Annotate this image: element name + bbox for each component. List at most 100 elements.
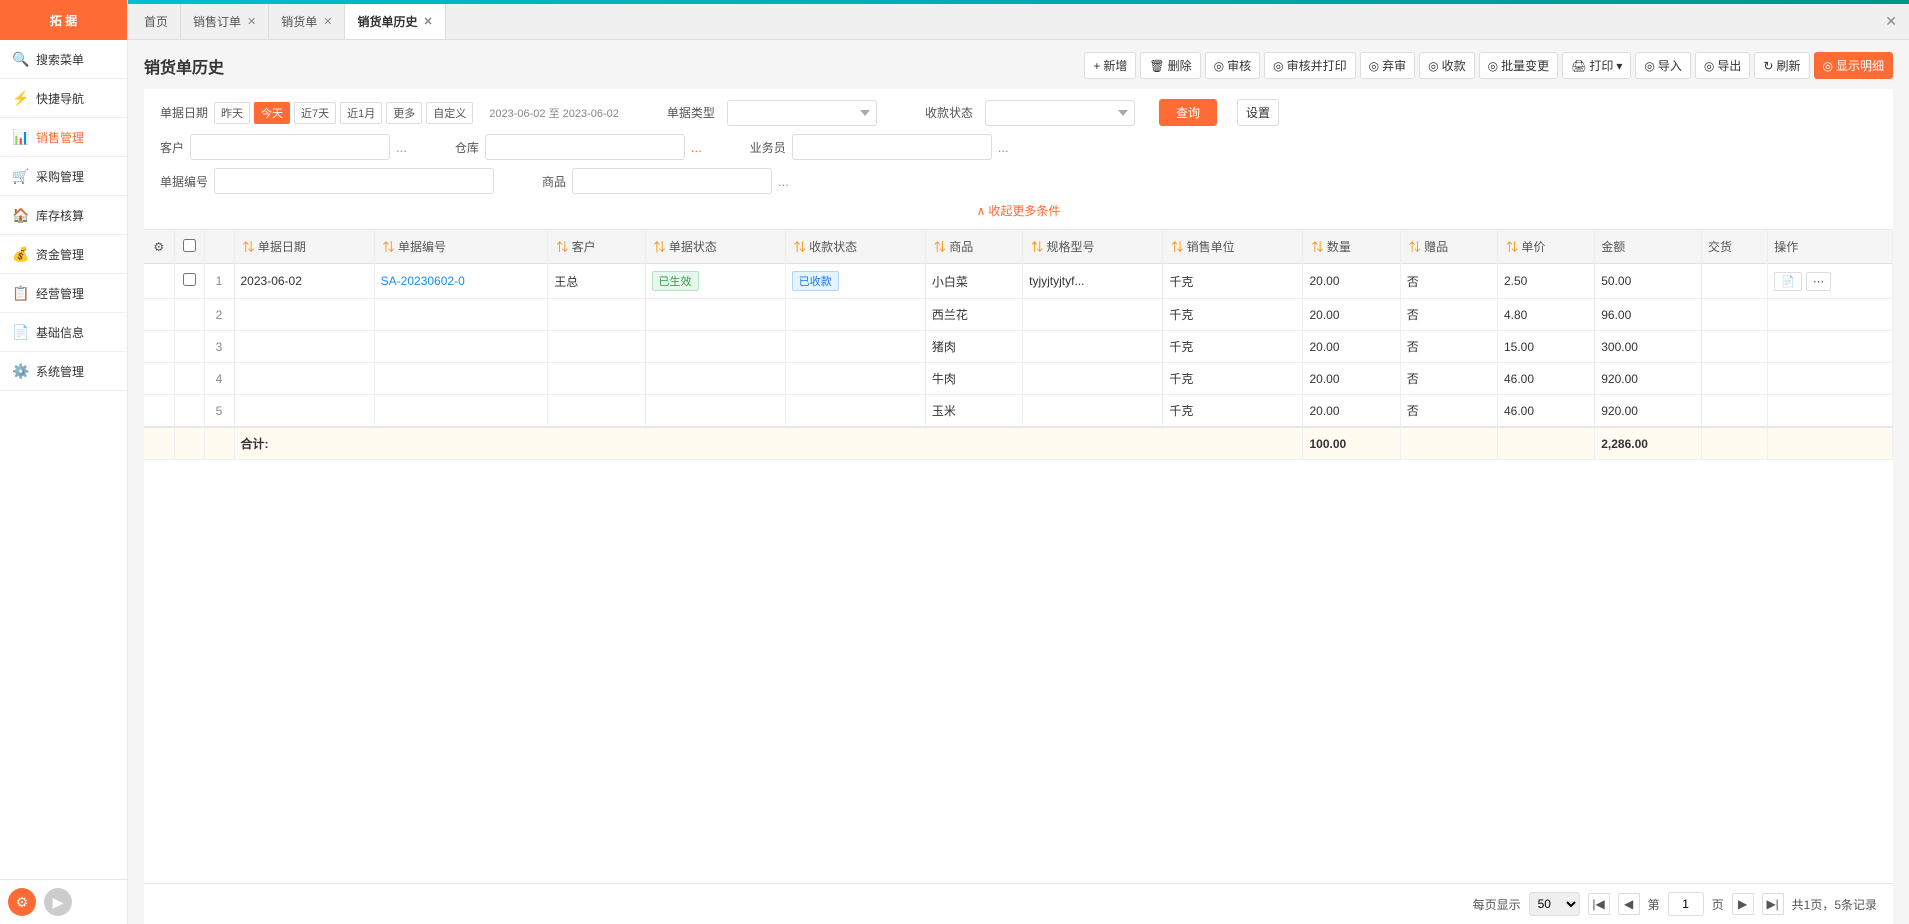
abandon-button[interactable]: ◎ 弃审	[1360, 52, 1416, 79]
th-payment-status[interactable]: ⇅ 收款状态	[785, 230, 925, 264]
filter-goods-label: 商品	[542, 173, 566, 190]
sidebar-item-sales-mgmt[interactable]: 📊 销售管理	[0, 118, 127, 157]
first-page-btn[interactable]: |◀	[1588, 893, 1610, 915]
prev-page-btn[interactable]: ◀	[1618, 893, 1640, 915]
filter-customer-input[interactable]	[190, 134, 390, 160]
sidebar-item-search-menu[interactable]: 🔍 搜索菜单	[0, 40, 127, 79]
collapse-btn[interactable]: ∧ 收起更多条件	[160, 202, 1877, 219]
th-gear[interactable]: ⚙	[144, 230, 174, 264]
filter-type-select[interactable]	[727, 100, 877, 126]
th-order-status[interactable]: ⇅ 单据状态	[645, 230, 785, 264]
audit-button[interactable]: ◎ 审核	[1205, 52, 1261, 79]
td-spec-4	[1023, 363, 1163, 395]
th-ops: 操作	[1768, 230, 1893, 264]
td-customer-5	[548, 395, 645, 428]
staff-ellipsis[interactable]: ...	[998, 140, 1009, 155]
th-spec[interactable]: ⇅ 规格型号	[1023, 230, 1163, 264]
filter-payment-select[interactable]	[985, 100, 1135, 126]
sidebar-item-quick-nav[interactable]: ⚡ 快捷导航	[0, 79, 127, 118]
tab-home[interactable]: 首页	[132, 4, 181, 39]
td-check-1[interactable]	[174, 264, 204, 299]
tab-sales-order-close[interactable]: ✕	[247, 15, 256, 28]
date-btn-today[interactable]: 今天	[254, 102, 290, 124]
current-page-input[interactable]: 1	[1668, 892, 1704, 916]
payment-label: 收款	[1442, 57, 1466, 74]
filter-warehouse-input[interactable]	[485, 134, 685, 160]
td-unit-price-2: 4.80	[1497, 299, 1594, 331]
th-unit-price[interactable]: ⇅ 单价	[1497, 230, 1594, 264]
add-label: 新增	[1103, 57, 1127, 74]
filter-order-no-input[interactable]	[214, 168, 494, 194]
goods-ellipsis[interactable]: ...	[778, 174, 789, 189]
row-checkbox-1[interactable]	[183, 273, 196, 286]
th-customer[interactable]: ⇅ 客户	[548, 230, 645, 264]
order-no-link-1[interactable]: SA-20230602-0	[381, 274, 465, 288]
tab-sales-goods[interactable]: 销货单 ✕	[269, 4, 345, 39]
sidebar-item-operations[interactable]: 📋 经营管理	[0, 274, 127, 313]
print-button[interactable]: 🖨 打印 ▾	[1562, 52, 1631, 79]
delete-button[interactable]: 🗑 删除	[1140, 52, 1200, 79]
th-order-no[interactable]: ⇅ 单据编号	[374, 230, 548, 264]
tab-window-close-btn[interactable]: ✕	[1885, 13, 1897, 30]
td-qty-5: 20.00	[1303, 395, 1400, 428]
sidebar-item-purchase-mgmt[interactable]: 🛒 采购管理	[0, 157, 127, 196]
sidebar-expand-btn[interactable]: ⚙	[8, 888, 36, 916]
tab-sales-order[interactable]: 销售订单 ✕	[181, 4, 269, 39]
td-order-status-2	[645, 299, 785, 331]
date-btn-more[interactable]: 更多	[386, 102, 422, 124]
th-date[interactable]: ⇅ 单据日期	[234, 230, 374, 264]
td-trade-1	[1702, 264, 1768, 299]
show-detail-button[interactable]: ◎ 显示明细	[1814, 52, 1894, 79]
th-goods[interactable]: ⇅ 商品	[925, 230, 1022, 264]
sidebar-item-basic-info[interactable]: 📄 基础信息	[0, 313, 127, 352]
payment-button[interactable]: ◎ 收款	[1419, 52, 1475, 79]
sidebar-item-inventory[interactable]: 🏠 库存核算	[0, 196, 127, 235]
th-check[interactable]	[174, 230, 204, 264]
filter-goods-input[interactable]	[572, 168, 772, 194]
table-row: 2 西兰花 千克 20.00 否 4.80 96.0	[144, 299, 1893, 331]
td-check-4[interactable]	[174, 363, 204, 395]
date-btn-7days[interactable]: 近7天	[294, 102, 336, 124]
th-gift[interactable]: ⇅ 赠品	[1400, 230, 1497, 264]
audit-print-button[interactable]: ◎ 审核并打印	[1264, 52, 1356, 79]
date-btn-1month[interactable]: 近1月	[340, 102, 382, 124]
warehouse-ellipsis[interactable]: ...	[691, 140, 702, 155]
select-all-checkbox[interactable]	[183, 239, 196, 252]
date-btn-yesterday[interactable]: 昨天	[214, 102, 250, 124]
date-btn-custom[interactable]: 自定义	[426, 102, 473, 124]
refresh-button[interactable]: ↻ 刷新	[1754, 52, 1809, 79]
query-button[interactable]: 查询	[1159, 99, 1217, 126]
last-page-btn[interactable]: ▶|	[1762, 893, 1784, 915]
td-spec-5	[1023, 395, 1163, 428]
add-button[interactable]: + 新增	[1084, 52, 1136, 79]
sidebar-collapse-btn[interactable]: ▶	[44, 888, 72, 916]
tab-sales-goods-close[interactable]: ✕	[323, 15, 332, 28]
tab-sales-history-close[interactable]: ✕	[424, 15, 433, 28]
row-edit-btn-1[interactable]: 📄	[1774, 272, 1802, 291]
sidebar-item-system-mgmt[interactable]: ⚙️ 系统管理	[0, 352, 127, 391]
row-ops-1: 📄 ⋯	[1774, 272, 1886, 291]
filter-staff-input[interactable]	[792, 134, 992, 160]
per-page-select[interactable]: 50 20 100	[1529, 892, 1580, 916]
import-button[interactable]: ◎ 导入	[1635, 52, 1691, 79]
td-check-2[interactable]	[174, 299, 204, 331]
td-payment-status-5	[785, 395, 925, 428]
batch-change-button[interactable]: ◎ 批量变更	[1479, 52, 1559, 79]
th-qty[interactable]: ⇅ 数量	[1303, 230, 1400, 264]
filter-warehouse-field: 仓库 ...	[455, 134, 702, 160]
next-page-btn[interactable]: ▶	[1732, 893, 1754, 915]
td-trade-3	[1702, 331, 1768, 363]
export-button[interactable]: ◎ 导出	[1695, 52, 1751, 79]
sidebar-item-label: 基础信息	[36, 324, 84, 341]
settings-button[interactable]: 设置	[1237, 99, 1279, 126]
tab-sales-history[interactable]: 销货单历史 ✕	[345, 4, 445, 39]
data-table: ⚙ ⇅ 单据日期 ⇅ 单据编号 ⇅ 客户 ⇅ 单据状态 ⇅ 收款状态 ⇅ 商品 …	[144, 230, 1893, 460]
td-check-3[interactable]	[174, 331, 204, 363]
sidebar-item-finance-mgmt[interactable]: 💰 资金管理	[0, 235, 127, 274]
customer-ellipsis[interactable]: ...	[396, 140, 407, 155]
td-check-5[interactable]	[174, 395, 204, 428]
td-qty-1: 20.00	[1303, 264, 1400, 299]
td-order-status-3	[645, 331, 785, 363]
row-more-btn-1[interactable]: ⋯	[1806, 272, 1831, 291]
th-sales-unit[interactable]: ⇅ 销售单位	[1163, 230, 1303, 264]
